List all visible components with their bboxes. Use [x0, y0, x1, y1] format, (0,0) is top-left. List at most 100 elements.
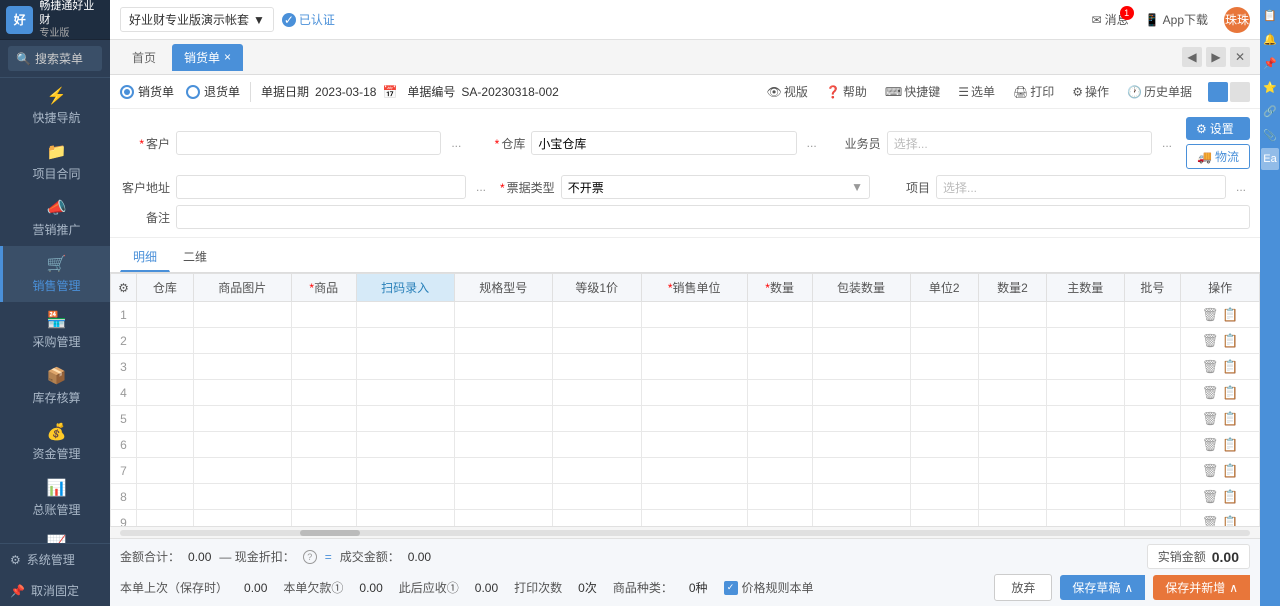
customer-address-dots-btn[interactable]: ... — [472, 180, 490, 194]
history-icon: 🕐 — [1127, 85, 1142, 99]
project-dots-btn[interactable]: ... — [1232, 180, 1250, 194]
row-delete-icon-1[interactable]: 🗑 — [1202, 307, 1219, 323]
right-panel-icon-7[interactable]: Ea — [1261, 148, 1279, 170]
sidebar-item-reports[interactable]: 📈 发票管理 — [0, 526, 110, 543]
row-delete-icon-6[interactable]: 🗑 — [1202, 437, 1219, 453]
logistics-button[interactable]: 🚚 物流 — [1186, 144, 1250, 169]
th-main-count: 主数量 — [1047, 274, 1124, 302]
quick-nav-icon: ⚡ — [47, 86, 67, 106]
row-copy-icon-5[interactable]: 📋 — [1222, 411, 1238, 427]
calendar-icon[interactable]: 📅 — [382, 85, 397, 99]
row-delete-icon-8[interactable]: 🗑 — [1202, 489, 1219, 505]
row-delete-icon-2[interactable]: 🗑 — [1202, 333, 1219, 349]
remarks-row: 备注 — [120, 205, 1250, 229]
sidebar-item-unpin[interactable]: 📌 取消固定 — [0, 575, 110, 606]
user-avatar[interactable]: 珠珠 — [1224, 7, 1250, 33]
row-delete-icon-7[interactable]: 🗑 — [1202, 463, 1219, 479]
salesperson-dots-btn[interactable]: ... — [1158, 136, 1176, 150]
company-selector[interactable]: 好业财专业版演示帐套 ▼ — [120, 7, 274, 32]
row-copy-icon-6[interactable]: 📋 — [1222, 437, 1238, 453]
message-icon: ✉ — [1092, 13, 1102, 27]
row-delete-icon-4[interactable]: 🗑 — [1202, 385, 1219, 401]
sidebar-item-system-settings[interactable]: ⚙ 系统管理 — [0, 544, 110, 575]
save-draft-button-group: 保存草稿 ∧ — [1060, 575, 1145, 600]
right-panel-icon-2[interactable]: 🔔 — [1261, 28, 1279, 50]
th-batch: 批号 — [1124, 274, 1181, 302]
view-list-icon[interactable] — [1230, 82, 1250, 102]
row-copy-icon-7[interactable]: 📋 — [1222, 463, 1238, 479]
tab-next-button[interactable]: ▶ — [1206, 47, 1226, 67]
discount-help-icon[interactable]: ? — [303, 550, 317, 564]
invoice-type-select[interactable]: 不开票 ▼ — [561, 175, 870, 199]
header-divider — [250, 82, 251, 102]
row-delete-icon-3[interactable]: 🗑 — [1202, 359, 1219, 375]
product-types-value: 0种 — [689, 579, 708, 596]
tab-two-dim[interactable]: 二维 — [170, 242, 220, 272]
row-delete-icon-9[interactable]: 🗑 — [1202, 515, 1219, 527]
project-input[interactable]: 选择... — [936, 175, 1226, 199]
sidebar-item-funds[interactable]: 💰 资金管理 — [0, 414, 110, 470]
app-download-button[interactable]: 📱 App下载 — [1145, 11, 1208, 28]
field-row-1: 客户 ... 仓库 小宝仓库 ... 业务员 选择... ... — [120, 117, 1250, 169]
sidebar-search-area: 🔍 搜索菜单 — [0, 40, 110, 78]
abandon-button[interactable]: 放弃 — [994, 574, 1052, 601]
message-button[interactable]: ✉ 消息 1 — [1092, 11, 1129, 28]
sidebar-item-marketing[interactable]: 📣 营销推广 — [0, 190, 110, 246]
tab-close-icon[interactable]: × — [224, 50, 231, 64]
salesperson-input[interactable]: 选择... — [887, 131, 1152, 155]
sidebar-item-accounts[interactable]: 📊 总账管理 — [0, 470, 110, 526]
warehouse-input[interactable]: 小宝仓库 — [531, 131, 796, 155]
customer-address-input[interactable] — [176, 175, 466, 199]
sidebar-item-project[interactable]: 📁 项目合同 — [0, 134, 110, 190]
right-panel-icon-3[interactable]: 📌 — [1261, 52, 1279, 74]
toolbar-select-btn[interactable]: ☰ 选单 — [952, 81, 1001, 102]
row-delete-icon-5[interactable]: 🗑 — [1202, 411, 1219, 427]
row-copy-icon-2[interactable]: 📋 — [1222, 333, 1238, 349]
save-draft-arrow-icon: ∧ — [1124, 581, 1133, 595]
remarks-input[interactable] — [176, 205, 1250, 229]
tab-close-all-button[interactable]: ✕ — [1230, 47, 1250, 67]
price-standard-checkbox[interactable]: 价格规则本单 — [724, 579, 814, 596]
toolbar-shortcut-btn[interactable]: ⌨ 快捷键 — [879, 81, 946, 102]
th-unit2: 单位2 — [910, 274, 978, 302]
certified-badge: ✓ 已认证 — [282, 11, 335, 28]
sidebar-item-quick-nav[interactable]: ⚡ 快捷导航 — [0, 78, 110, 134]
radio-sales-order[interactable]: 销货单 — [120, 83, 174, 100]
save-new-button[interactable]: 保存并新增 ∧ — [1153, 575, 1250, 600]
setup-button[interactable]: ⚙ 设置 — [1186, 117, 1250, 140]
right-panel-icon-1[interactable]: 📋 — [1261, 4, 1279, 26]
toolbar-operate-btn[interactable]: ⚙ 操作 — [1066, 81, 1115, 102]
scrollbar-thumb[interactable] — [300, 530, 360, 536]
tab-sales-order[interactable]: 销货单 × — [172, 44, 243, 71]
th-settings[interactable]: ⚙ — [111, 274, 137, 302]
customer-dots-btn[interactable]: ... — [447, 136, 465, 150]
radio-return-order[interactable]: 退货单 — [186, 83, 240, 100]
right-panel-icon-4[interactable]: ⭐ — [1261, 76, 1279, 98]
sidebar-item-sales[interactable]: 🛒 销售管理 — [0, 246, 110, 302]
toolbar-view-btn[interactable]: 👁 视版 — [761, 81, 814, 102]
row-copy-icon-9[interactable]: 📋 — [1222, 515, 1238, 527]
right-panel-icon-6[interactable]: 📎 — [1261, 124, 1279, 146]
th-quantity: 数量 — [747, 274, 812, 302]
th-barcode-input: 扫码录入 — [356, 274, 454, 302]
tab-home[interactable]: 首页 — [120, 44, 168, 71]
right-panel-icon-5[interactable]: 🔗 — [1261, 100, 1279, 122]
tab-detail[interactable]: 明细 — [120, 242, 170, 272]
tab-prev-button[interactable]: ◀ — [1182, 47, 1202, 67]
save-draft-button[interactable]: 保存草稿 ∧ — [1060, 575, 1145, 600]
toolbar-history-btn[interactable]: 🕐 历史单据 — [1121, 81, 1198, 102]
toolbar-help-btn[interactable]: ❓ 帮助 — [820, 81, 873, 102]
warehouse-dots-btn[interactable]: ... — [803, 136, 821, 150]
row-copy-icon-1[interactable]: 📋 — [1222, 307, 1238, 323]
toolbar-print-btn[interactable]: 🖨 打印 — [1007, 81, 1060, 102]
view-grid-icon[interactable] — [1208, 82, 1228, 102]
row-copy-icon-8[interactable]: 📋 — [1222, 489, 1238, 505]
customer-input[interactable] — [176, 131, 441, 155]
sidebar-item-inventory[interactable]: 📦 库存核算 — [0, 358, 110, 414]
amount-value: 0.00 — [188, 550, 211, 564]
table-scrollbar[interactable] — [110, 526, 1260, 538]
row-copy-icon-4[interactable]: 📋 — [1222, 385, 1238, 401]
row-copy-icon-3[interactable]: 📋 — [1222, 359, 1238, 375]
sidebar-item-purchase[interactable]: 🏪 采购管理 — [0, 302, 110, 358]
search-button[interactable]: 🔍 搜索菜单 — [8, 46, 102, 71]
